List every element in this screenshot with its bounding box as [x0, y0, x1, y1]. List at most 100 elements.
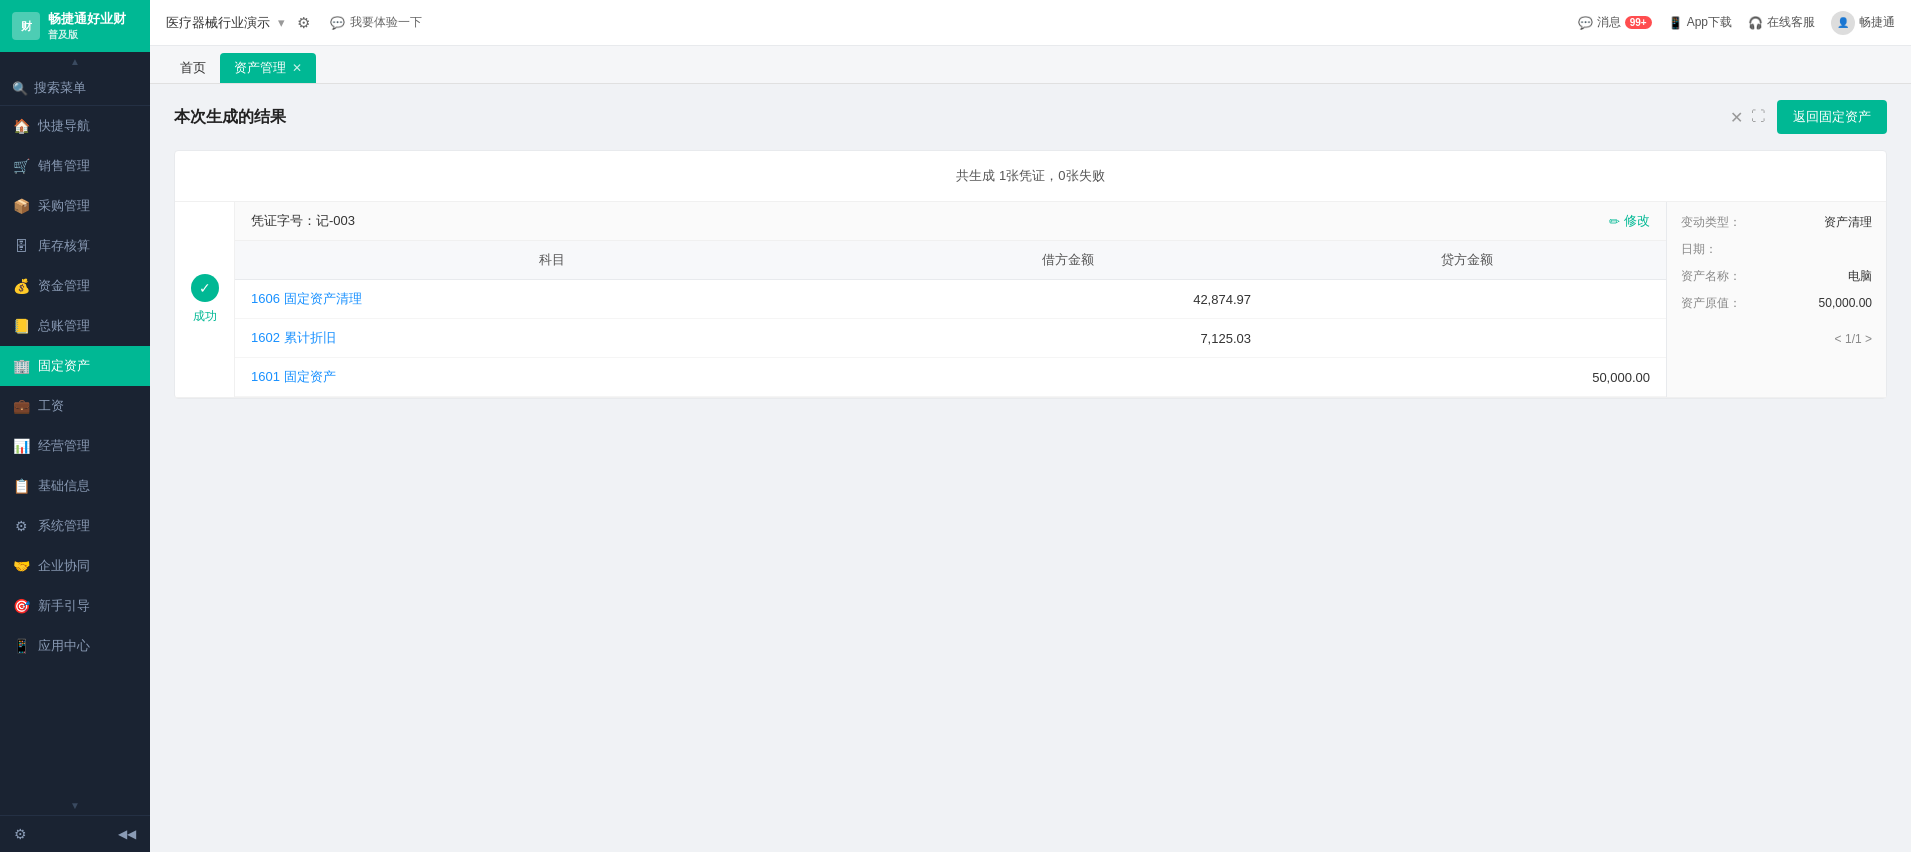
- voucher-right-panel: 变动类型： 资产清理 日期： 资产名称： 电脑 资产原值： 50,000.00: [1666, 202, 1886, 397]
- change-type-label: 变动类型：: [1681, 214, 1741, 231]
- logo-text: 畅捷通好业财 普及版: [48, 11, 126, 41]
- message-button[interactable]: 💬 消息 99+: [1578, 14, 1652, 31]
- asset-name-label: 资产名称：: [1681, 268, 1741, 285]
- col-subject: 科目: [235, 241, 868, 280]
- voucher-status: ✓ 成功: [175, 202, 235, 397]
- page-content: 本次生成的结果 ✕ ⛶ 返回固定资产 共生成 1张凭证，0张失败 ✓ 成功: [150, 84, 1911, 852]
- prev-page-button[interactable]: <: [1835, 332, 1842, 346]
- change-type-value: 资产清理: [1824, 214, 1872, 231]
- original-value-label: 资产原值：: [1681, 295, 1741, 312]
- voucher-section: ✓ 成功 凭证字号：记-003 ✏ 修改: [175, 202, 1886, 398]
- panel-close-button[interactable]: ✕: [1730, 108, 1743, 127]
- voucher-number: 凭证字号：记-003: [251, 212, 355, 230]
- company-dropdown-button[interactable]: ▾: [278, 15, 285, 30]
- enterprise-icon: 🤝: [12, 558, 30, 574]
- sidebar-item-salary[interactable]: 💼 工资: [0, 386, 150, 426]
- table-row: 1601 固定资产 50,000.00: [235, 358, 1666, 397]
- next-page-button[interactable]: >: [1865, 332, 1872, 346]
- user-avatar: 👤: [1831, 11, 1855, 35]
- scroll-up-arrow[interactable]: ▲: [68, 54, 82, 69]
- search-menu-item[interactable]: 🔍 搜索菜单: [0, 71, 150, 106]
- guide-icon: 🎯: [12, 598, 30, 614]
- back-to-fixed-assets-button[interactable]: 返回固定资产: [1777, 100, 1887, 134]
- top-header: 医疗器械行业演示 ▾ ⚙ 💬 我要体验一下 💬 消息 99+ 📱 App下载 🎧…: [150, 0, 1911, 46]
- scroll-down-arrow[interactable]: ▼: [68, 798, 82, 813]
- voucher-table: 科目 借方金额 贷方金额 1606 固定资产清理 42,874.97: [235, 241, 1666, 397]
- credit-1601: 50,000.00: [1267, 358, 1666, 397]
- settings-bottom-icon[interactable]: ⚙: [14, 826, 27, 842]
- voucher-header: 凭证字号：记-003 ✏ 修改: [235, 202, 1666, 241]
- sidebar-item-inventory[interactable]: 🗄 库存核算: [0, 226, 150, 266]
- quick-nav-icon: 🏠: [12, 118, 30, 134]
- asset-name-value: 电脑: [1848, 268, 1872, 285]
- main-area: 医疗器械行业演示 ▾ ⚙ 💬 我要体验一下 💬 消息 99+ 📱 App下载 🎧…: [150, 0, 1911, 852]
- system-icon: ⚙: [12, 518, 30, 534]
- sidebar-item-app-center[interactable]: 📱 应用中心: [0, 626, 150, 666]
- col-credit: 贷方金额: [1267, 241, 1666, 280]
- date-label: 日期：: [1681, 241, 1717, 258]
- subject-1606: 1606 固定资产清理: [235, 280, 868, 319]
- result-panel: 共生成 1张凭证，0张失败 ✓ 成功 凭证字号：记-003 ✏ 修改: [174, 150, 1887, 399]
- tab-asset-mgmt[interactable]: 资产管理 ✕: [220, 53, 316, 83]
- user-profile[interactable]: 👤 畅捷通: [1831, 11, 1895, 35]
- sidebar-item-enterprise[interactable]: 🤝 企业协同: [0, 546, 150, 586]
- collapse-sidebar-button[interactable]: ◀◀: [118, 827, 136, 841]
- debit-1602: 7,125.03: [868, 319, 1267, 358]
- online-service-icon: 🎧: [1748, 16, 1763, 30]
- sidebar-item-ledger[interactable]: 📒 总账管理: [0, 306, 150, 346]
- tab-close-icon[interactable]: ✕: [292, 61, 302, 75]
- sales-icon: 🛒: [12, 158, 30, 174]
- online-service-button[interactable]: 🎧 在线客服: [1748, 14, 1815, 31]
- asset-name-row: 资产名称： 电脑: [1681, 268, 1872, 285]
- success-icon: ✓: [191, 274, 219, 302]
- page-title: 本次生成的结果: [174, 107, 286, 128]
- sidebar-bottom: ⚙ ◀◀: [0, 815, 150, 852]
- tab-home[interactable]: 首页: [166, 53, 220, 83]
- panel-expand-button[interactable]: ⛶: [1751, 108, 1765, 127]
- sidebar-item-purchase[interactable]: 📦 采购管理: [0, 186, 150, 226]
- salary-icon: 💼: [12, 398, 30, 414]
- subject-1601: 1601 固定资产: [235, 358, 868, 397]
- message-badge: 99+: [1625, 16, 1652, 29]
- edit-icon: ✏: [1609, 214, 1620, 229]
- fixed-assets-icon: 🏢: [12, 358, 30, 374]
- company-name: 医疗器械行业演示: [166, 14, 270, 32]
- table-row: 1602 累计折旧 7,125.03: [235, 319, 1666, 358]
- original-value-row: 资产原值： 50,000.00: [1681, 295, 1872, 312]
- subject-1602: 1602 累计折旧: [235, 319, 868, 358]
- sidebar-nav: 🛒 销售管理 📦 采购管理 🗄 库存核算 💰 资金管理 📒 总账管理 🏢 固定资…: [0, 146, 150, 796]
- date-row: 日期：: [1681, 241, 1872, 258]
- sidebar-item-fund[interactable]: 💰 资金管理: [0, 266, 150, 306]
- header-left: 医疗器械行业演示 ▾ ⚙ 💬 我要体验一下: [166, 14, 422, 32]
- sidebar-item-operation[interactable]: 📊 经营管理: [0, 426, 150, 466]
- credit-1606: [1267, 280, 1666, 319]
- sidebar-item-quick-nav[interactable]: 🏠 快捷导航: [0, 106, 150, 146]
- header-settings-icon[interactable]: ⚙: [297, 14, 310, 32]
- sidebar: 财 畅捷通好业财 普及版 ▲ 🔍 搜索菜单 🏠 快捷导航 🛒 销售管理 📦 采购…: [0, 0, 150, 852]
- tab-bar: 首页 资产管理 ✕: [150, 46, 1911, 84]
- ledger-icon: 📒: [12, 318, 30, 334]
- app-download-button[interactable]: 📱 App下载: [1668, 14, 1732, 31]
- page-header: 本次生成的结果 ✕ ⛶ 返回固定资产: [174, 100, 1887, 134]
- basic-info-icon: 📋: [12, 478, 30, 494]
- sidebar-item-basic-info[interactable]: 📋 基础信息: [0, 466, 150, 506]
- operation-icon: 📊: [12, 438, 30, 454]
- search-icon: 🔍: [12, 81, 28, 96]
- edit-voucher-button[interactable]: ✏ 修改: [1609, 212, 1650, 230]
- sidebar-item-fixed-assets[interactable]: 🏢 固定资产: [0, 346, 150, 386]
- credit-1602: [1267, 319, 1666, 358]
- pagination[interactable]: < 1/1 >: [1681, 322, 1872, 346]
- app-center-icon: 📱: [12, 638, 30, 654]
- change-type-row: 变动类型： 资产清理: [1681, 214, 1872, 231]
- debit-1601: [868, 358, 1267, 397]
- app-download-icon: 📱: [1668, 16, 1683, 30]
- original-value-value: 50,000.00: [1819, 296, 1872, 310]
- fund-icon: 💰: [12, 278, 30, 294]
- header-right: 💬 消息 99+ 📱 App下载 🎧 在线客服 👤 畅捷通: [1578, 11, 1895, 35]
- sidebar-item-guide[interactable]: 🎯 新手引导: [0, 586, 150, 626]
- sidebar-item-sales[interactable]: 🛒 销售管理: [0, 146, 150, 186]
- debit-1606: 42,874.97: [868, 280, 1267, 319]
- status-label: 成功: [193, 308, 217, 325]
- sidebar-item-system[interactable]: ⚙ 系统管理: [0, 506, 150, 546]
- experience-button[interactable]: 💬 我要体验一下: [330, 14, 422, 31]
